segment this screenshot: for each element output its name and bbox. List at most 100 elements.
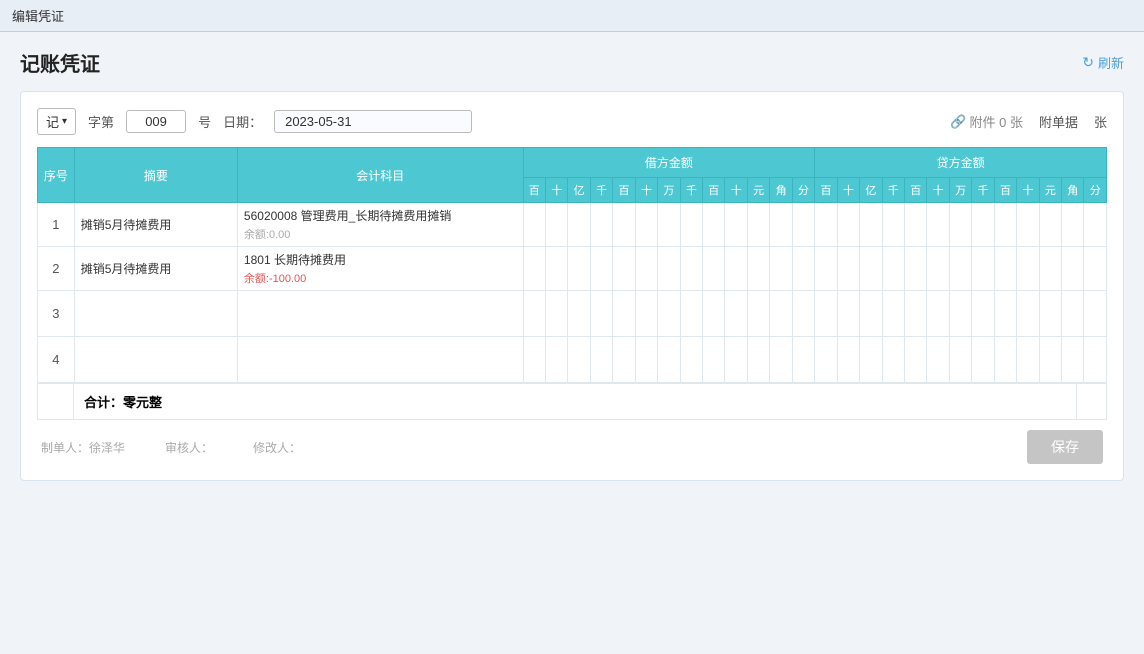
row-2-debit-12[interactable] — [792, 291, 814, 337]
row-2-credit-1[interactable] — [837, 291, 859, 337]
row-2-debit-8[interactable] — [703, 291, 725, 337]
row-0-debit-1[interactable] — [545, 203, 567, 247]
row-0-debit-5[interactable] — [635, 203, 657, 247]
row-2-credit-8[interactable] — [994, 291, 1016, 337]
row-2-account[interactable] — [237, 291, 523, 337]
row-0-credit-5[interactable] — [927, 203, 949, 247]
row-1-debit-8[interactable] — [703, 247, 725, 291]
row-0-debit-0[interactable] — [523, 203, 545, 247]
row-0-summary[interactable]: 摊销5月待摊费用 — [74, 203, 237, 247]
row-3-summary[interactable] — [74, 337, 237, 383]
row-2-debit-1[interactable] — [545, 291, 567, 337]
refresh-button[interactable]: ↻ 刷新 — [1082, 53, 1124, 72]
row-3-debit-1[interactable] — [545, 337, 567, 383]
row-0-credit-1[interactable] — [837, 203, 859, 247]
row-3-debit-9[interactable] — [725, 337, 747, 383]
row-3-credit-9[interactable] — [1017, 337, 1039, 383]
row-2-debit-3[interactable] — [590, 291, 612, 337]
row-3-debit-6[interactable] — [658, 337, 680, 383]
row-1-credit-12[interactable] — [1084, 247, 1107, 291]
row-0-credit-12[interactable] — [1084, 203, 1107, 247]
row-0-credit-7[interactable] — [972, 203, 994, 247]
row-2-credit-12[interactable] — [1084, 291, 1107, 337]
row-0-debit-3[interactable] — [590, 203, 612, 247]
row-0-debit-12[interactable] — [792, 203, 814, 247]
row-0-credit-10[interactable] — [1039, 203, 1061, 247]
row-2-credit-10[interactable] — [1039, 291, 1061, 337]
row-2-credit-11[interactable] — [1062, 291, 1084, 337]
row-1-debit-2[interactable] — [568, 247, 590, 291]
row-3-debit-10[interactable] — [747, 337, 769, 383]
row-1-debit-6[interactable] — [658, 247, 680, 291]
row-0-credit-2[interactable] — [860, 203, 882, 247]
row-0-debit-10[interactable] — [747, 203, 769, 247]
row-2-debit-11[interactable] — [770, 291, 792, 337]
row-1-credit-0[interactable] — [815, 247, 837, 291]
row-3-credit-10[interactable] — [1039, 337, 1061, 383]
row-1-credit-11[interactable] — [1062, 247, 1084, 291]
row-1-debit-11[interactable] — [770, 247, 792, 291]
row-1-credit-8[interactable] — [994, 247, 1016, 291]
row-3-debit-2[interactable] — [568, 337, 590, 383]
row-1-credit-4[interactable] — [904, 247, 926, 291]
row-0-credit-6[interactable] — [949, 203, 971, 247]
row-2-debit-10[interactable] — [747, 291, 769, 337]
row-1-debit-0[interactable] — [523, 247, 545, 291]
row-2-debit-5[interactable] — [635, 291, 657, 337]
row-3-debit-5[interactable] — [635, 337, 657, 383]
row-3-debit-0[interactable] — [523, 337, 545, 383]
row-1-credit-10[interactable] — [1039, 247, 1061, 291]
row-0-account[interactable]: 56020008 管理费用_长期待摊费用摊销余额:0.00 — [237, 203, 523, 247]
row-2-debit-2[interactable] — [568, 291, 590, 337]
row-3-debit-3[interactable] — [590, 337, 612, 383]
row-0-debit-11[interactable] — [770, 203, 792, 247]
row-3-credit-11[interactable] — [1062, 337, 1084, 383]
row-3-account[interactable] — [237, 337, 523, 383]
row-0-debit-7[interactable] — [680, 203, 702, 247]
row-1-account[interactable]: 1801 长期待摊费用余额:-100.00 — [237, 247, 523, 291]
row-3-credit-6[interactable] — [949, 337, 971, 383]
row-1-credit-1[interactable] — [837, 247, 859, 291]
row-3-credit-5[interactable] — [927, 337, 949, 383]
row-2-summary[interactable] — [74, 291, 237, 337]
row-0-debit-6[interactable] — [658, 203, 680, 247]
row-1-debit-12[interactable] — [792, 247, 814, 291]
save-button[interactable]: 保存 — [1027, 430, 1103, 464]
row-2-credit-6[interactable] — [949, 291, 971, 337]
row-2-credit-0[interactable] — [815, 291, 837, 337]
row-2-debit-9[interactable] — [725, 291, 747, 337]
row-2-credit-3[interactable] — [882, 291, 904, 337]
row-2-credit-7[interactable] — [972, 291, 994, 337]
attachment-link[interactable]: 🔗 附件 0 张 — [950, 112, 1023, 131]
row-0-credit-9[interactable] — [1017, 203, 1039, 247]
row-1-debit-4[interactable] — [613, 247, 635, 291]
row-3-debit-11[interactable] — [770, 337, 792, 383]
row-0-debit-9[interactable] — [725, 203, 747, 247]
row-2-credit-9[interactable] — [1017, 291, 1039, 337]
row-3-debit-12[interactable] — [792, 337, 814, 383]
row-1-debit-10[interactable] — [747, 247, 769, 291]
row-2-credit-5[interactable] — [927, 291, 949, 337]
row-1-summary[interactable]: 摊销5月待摊费用 — [74, 247, 237, 291]
row-2-debit-4[interactable] — [613, 291, 635, 337]
row-2-credit-4[interactable] — [904, 291, 926, 337]
row-3-credit-12[interactable] — [1084, 337, 1107, 383]
row-3-credit-3[interactable] — [882, 337, 904, 383]
attach-single-button[interactable]: 附单据 — [1039, 112, 1078, 131]
row-2-credit-2[interactable] — [860, 291, 882, 337]
row-0-debit-4[interactable] — [613, 203, 635, 247]
row-3-debit-7[interactable] — [680, 337, 702, 383]
row-3-debit-4[interactable] — [613, 337, 635, 383]
row-3-credit-4[interactable] — [904, 337, 926, 383]
row-3-credit-8[interactable] — [994, 337, 1016, 383]
row-3-credit-0[interactable] — [815, 337, 837, 383]
row-0-credit-4[interactable] — [904, 203, 926, 247]
row-0-credit-3[interactable] — [882, 203, 904, 247]
voucher-number-input[interactable] — [126, 110, 186, 133]
row-1-credit-6[interactable] — [949, 247, 971, 291]
row-1-debit-3[interactable] — [590, 247, 612, 291]
row-1-credit-5[interactable] — [927, 247, 949, 291]
row-3-debit-8[interactable] — [703, 337, 725, 383]
row-1-debit-9[interactable] — [725, 247, 747, 291]
row-2-debit-7[interactable] — [680, 291, 702, 337]
